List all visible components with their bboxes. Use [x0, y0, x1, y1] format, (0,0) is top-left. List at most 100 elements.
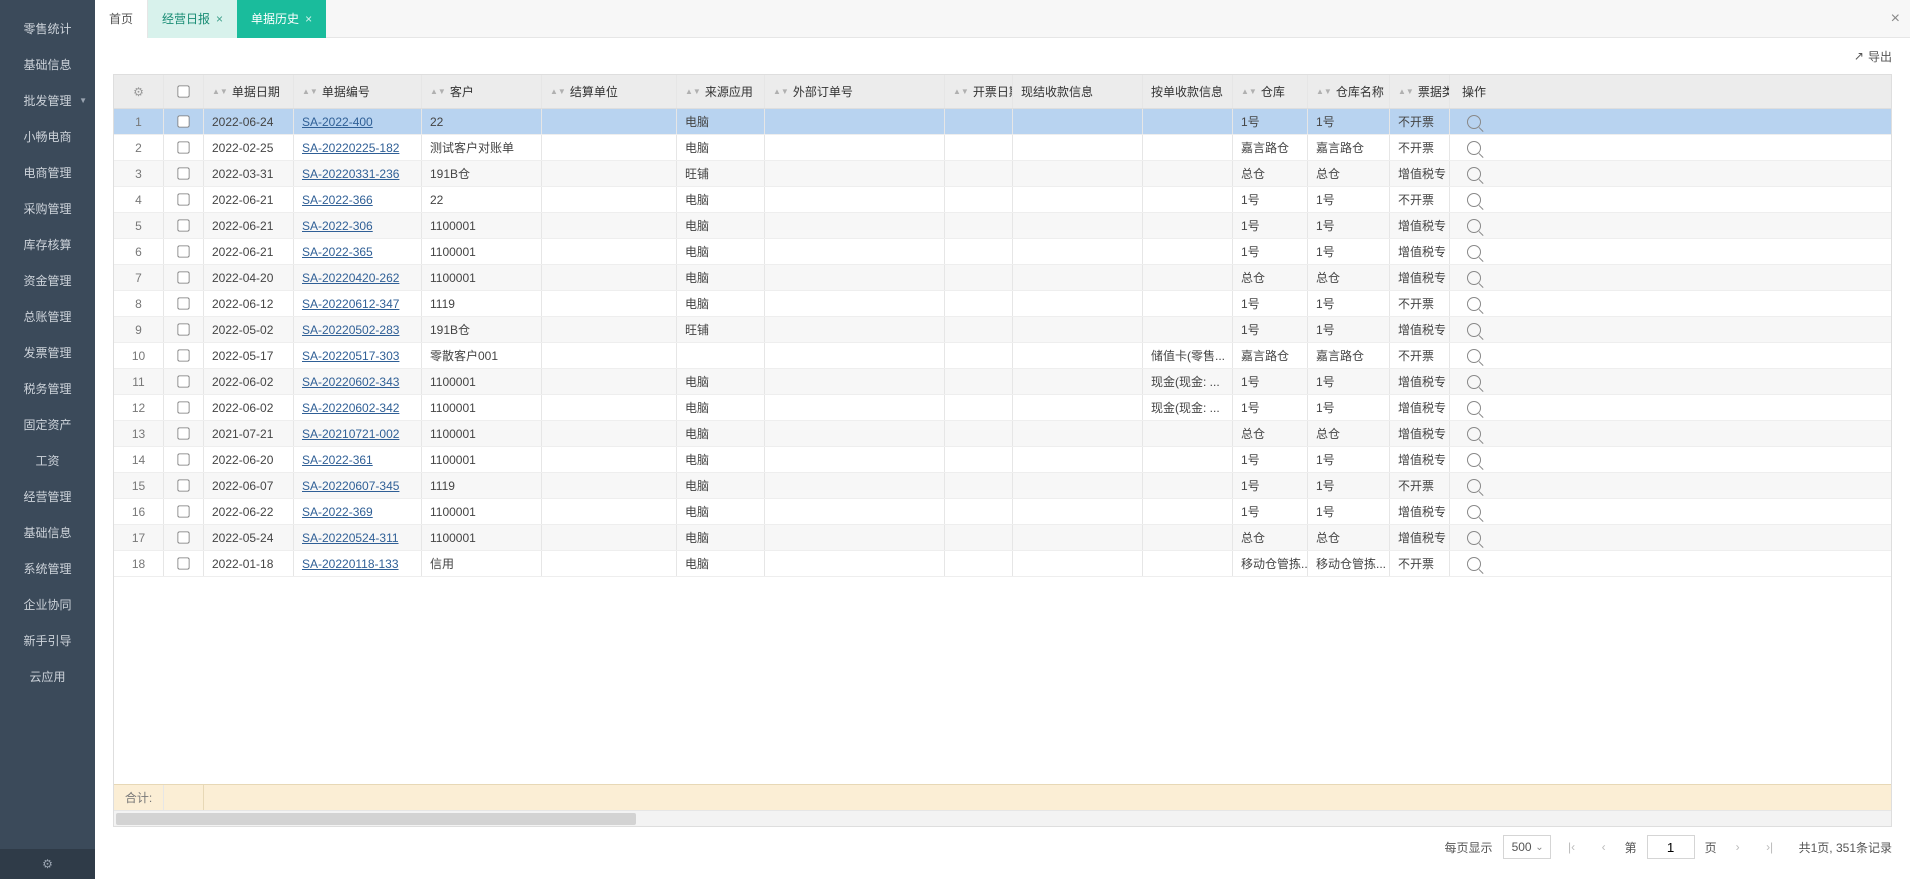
row-checkbox[interactable]: [177, 323, 189, 335]
row-select[interactable]: [164, 291, 204, 316]
cell-bill-no[interactable]: SA-20220502-283: [294, 317, 422, 342]
sidebar-item-17[interactable]: 新手引导: [0, 622, 95, 658]
row-select[interactable]: [164, 213, 204, 238]
cell-bill-no[interactable]: SA-20220420-262: [294, 265, 422, 290]
tab-report[interactable]: 经营日报 ×: [148, 0, 237, 38]
cell-ops[interactable]: [1450, 187, 1498, 212]
row-select[interactable]: [164, 447, 204, 472]
table-row[interactable]: 182022-01-18SA-20220118-133信用电脑移动仓管拣...移…: [114, 551, 1891, 577]
cell-ops[interactable]: [1450, 265, 1498, 290]
sidebar-item-12[interactable]: 工资: [0, 442, 95, 478]
sidebar-item-1[interactable]: 基础信息: [0, 46, 95, 82]
close-icon[interactable]: ×: [216, 12, 223, 26]
cell-ops[interactable]: [1450, 395, 1498, 420]
col-warehouse[interactable]: ▲▼仓库: [1233, 75, 1308, 108]
row-select[interactable]: [164, 343, 204, 368]
cell-bill-no[interactable]: SA-20210721-002: [294, 421, 422, 446]
row-checkbox[interactable]: [177, 479, 189, 491]
row-select[interactable]: [164, 499, 204, 524]
cell-bill-no[interactable]: SA-20220524-311: [294, 525, 422, 550]
sidebar-item-4[interactable]: 电商管理: [0, 154, 95, 190]
table-row[interactable]: 102022-05-17SA-20220517-303零散客户001储值卡(零售…: [114, 343, 1891, 369]
cell-ops[interactable]: [1450, 135, 1498, 160]
col-external-no[interactable]: ▲▼外部订单号: [765, 75, 945, 108]
cell-bill-no[interactable]: SA-20220602-342: [294, 395, 422, 420]
sidebar-item-14[interactable]: 基础信息: [0, 514, 95, 550]
col-source-app[interactable]: ▲▼来源应用: [677, 75, 765, 108]
search-icon[interactable]: [1467, 219, 1481, 233]
search-icon[interactable]: [1467, 427, 1481, 441]
cell-ops[interactable]: [1450, 369, 1498, 394]
search-icon[interactable]: [1467, 115, 1481, 129]
sidebar-item-5[interactable]: 采购管理: [0, 190, 95, 226]
search-icon[interactable]: [1467, 479, 1481, 493]
table-row[interactable]: 42022-06-21SA-2022-36622电脑1号1号不开票: [114, 187, 1891, 213]
row-select[interactable]: [164, 265, 204, 290]
cell-ops[interactable]: [1450, 551, 1498, 576]
bill-no-link[interactable]: SA-20220502-283: [302, 323, 399, 337]
cell-ops[interactable]: [1450, 239, 1498, 264]
sidebar-item-8[interactable]: 总账管理: [0, 298, 95, 334]
table-row[interactable]: 142022-06-20SA-2022-3611100001电脑1号1号增值税专: [114, 447, 1891, 473]
row-checkbox[interactable]: [177, 349, 189, 361]
search-icon[interactable]: [1467, 271, 1481, 285]
cell-bill-no[interactable]: SA-2022-361: [294, 447, 422, 472]
bill-no-link[interactable]: SA-2022-366: [302, 193, 373, 207]
last-page-button[interactable]: ›|: [1759, 836, 1781, 858]
cell-ops[interactable]: [1450, 109, 1498, 134]
col-cash-info[interactable]: 现结收款信息: [1013, 75, 1143, 108]
row-select[interactable]: [164, 421, 204, 446]
cell-ops[interactable]: [1450, 499, 1498, 524]
bill-no-link[interactable]: SA-20210721-002: [302, 427, 399, 441]
cell-bill-no[interactable]: SA-20220602-343: [294, 369, 422, 394]
row-checkbox[interactable]: [177, 531, 189, 543]
row-checkbox[interactable]: [177, 557, 189, 569]
col-bill-date[interactable]: ▲▼单据日期: [204, 75, 294, 108]
horizontal-scrollbar[interactable]: [114, 810, 1891, 826]
col-invoice-date[interactable]: ▲▼开票日期: [945, 75, 1013, 108]
table-row[interactable]: 22022-02-25SA-20220225-182测试客户对账单电脑嘉言路仓嘉…: [114, 135, 1891, 161]
cell-ops[interactable]: [1450, 317, 1498, 342]
row-select[interactable]: [164, 525, 204, 550]
cell-bill-no[interactable]: SA-20220517-303: [294, 343, 422, 368]
row-checkbox[interactable]: [177, 427, 189, 439]
first-page-button[interactable]: |‹: [1561, 836, 1583, 858]
search-icon[interactable]: [1467, 245, 1481, 259]
sidebar-footer-gear[interactable]: ⚙: [0, 849, 95, 879]
bill-no-link[interactable]: SA-20220118-133: [302, 557, 399, 571]
bill-no-link[interactable]: SA-2022-361: [302, 453, 373, 467]
row-checkbox[interactable]: [177, 245, 189, 257]
per-page-select[interactable]: 500 ⌄: [1503, 835, 1551, 859]
bill-no-link[interactable]: SA-20220225-182: [302, 141, 399, 155]
bill-no-link[interactable]: SA-20220331-236: [302, 167, 399, 181]
close-icon[interactable]: ×: [305, 12, 312, 26]
prev-page-button[interactable]: ‹: [1593, 836, 1615, 858]
row-select[interactable]: [164, 473, 204, 498]
row-checkbox[interactable]: [177, 219, 189, 231]
search-icon[interactable]: [1467, 323, 1481, 337]
sidebar-item-16[interactable]: 企业协同: [0, 586, 95, 622]
col-per-order-info[interactable]: 按单收款信息: [1143, 75, 1233, 108]
table-row[interactable]: 152022-06-07SA-20220607-3451119电脑1号1号不开票: [114, 473, 1891, 499]
tab-bill-history[interactable]: 单据历史 ×: [237, 0, 326, 38]
cell-ops[interactable]: [1450, 525, 1498, 550]
row-checkbox[interactable]: [177, 141, 189, 153]
cell-ops[interactable]: [1450, 213, 1498, 238]
col-warehouse-name[interactable]: ▲▼仓库名称: [1308, 75, 1390, 108]
sidebar-item-10[interactable]: 税务管理: [0, 370, 95, 406]
table-row[interactable]: 112022-06-02SA-20220602-3431100001电脑现金(现…: [114, 369, 1891, 395]
search-icon[interactable]: [1467, 193, 1481, 207]
col-select-all[interactable]: [164, 75, 204, 108]
page-input[interactable]: [1647, 835, 1695, 859]
col-bill-no[interactable]: ▲▼单据编号: [294, 75, 422, 108]
bill-no-link[interactable]: SA-2022-306: [302, 219, 373, 233]
row-checkbox[interactable]: [177, 453, 189, 465]
sidebar-item-13[interactable]: 经营管理: [0, 478, 95, 514]
sidebar-item-2[interactable]: 批发管理▼: [0, 82, 95, 118]
table-row[interactable]: 72022-04-20SA-20220420-2621100001电脑总仓总仓增…: [114, 265, 1891, 291]
cell-ops[interactable]: [1450, 291, 1498, 316]
cell-ops[interactable]: [1450, 447, 1498, 472]
search-icon[interactable]: [1467, 557, 1481, 571]
bill-no-link[interactable]: SA-20220420-262: [302, 271, 399, 285]
row-select[interactable]: [164, 239, 204, 264]
